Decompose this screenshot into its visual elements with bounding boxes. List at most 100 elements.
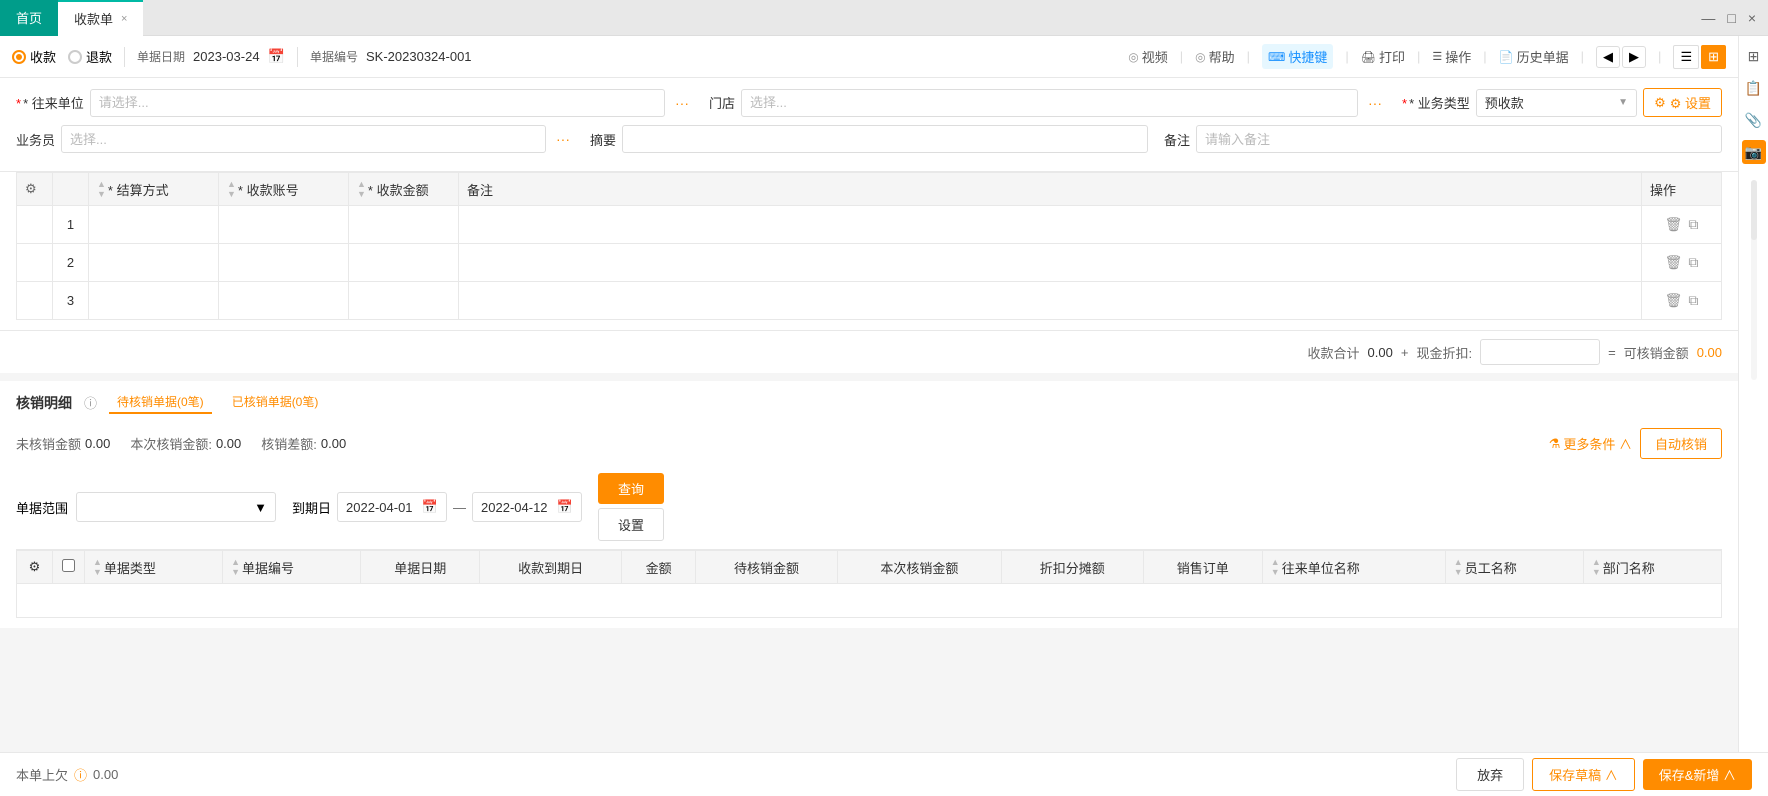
business-type-select[interactable]: 预收款 ▼ bbox=[1476, 89, 1637, 117]
tool-print-label: 打印 bbox=[1379, 47, 1405, 66]
auto-verify-btn[interactable]: 自动核销 bbox=[1640, 428, 1722, 459]
tab-receipt[interactable]: 收款单 × bbox=[58, 0, 143, 36]
list-view-btn[interactable]: ☰ bbox=[1673, 45, 1699, 69]
tool-shortcut[interactable]: ⌨ 快捷键 bbox=[1262, 44, 1333, 69]
select-all-checkbox[interactable] bbox=[62, 559, 75, 572]
tool-video[interactable]: ◎ 视频 bbox=[1128, 47, 1168, 66]
total-value: 0.00 bbox=[1368, 345, 1393, 360]
sidebar-table-icon[interactable]: ⊞ bbox=[1742, 44, 1766, 68]
tab-bar-right: — □ × bbox=[1697, 8, 1768, 28]
tool-operation[interactable]: ☰ 操作 bbox=[1432, 47, 1471, 66]
verify-header: 核销明细 ⓘ 待核销单据(0笔) 已核销单据(0笔) bbox=[16, 391, 1722, 414]
sidebar-camera-icon[interactable]: 📷 bbox=[1742, 140, 1766, 164]
row-2-account[interactable] bbox=[219, 244, 349, 282]
row-1-copy-icon[interactable]: ⧉ bbox=[1688, 216, 1698, 233]
discount-col-label: 折扣分摊额 bbox=[1040, 561, 1105, 576]
verify-col-employee: ▲▼ 员工名称 bbox=[1445, 551, 1583, 584]
tab-close-icon[interactable]: × bbox=[121, 13, 127, 25]
date-label: 到期日 bbox=[292, 498, 331, 517]
radio-receipt[interactable]: 收款 bbox=[12, 47, 56, 66]
sidebar-doc-icon[interactable]: 📋 bbox=[1742, 76, 1766, 100]
grid-view-btn[interactable]: ⊞ bbox=[1701, 45, 1726, 69]
store-more-btn[interactable]: ··· bbox=[1364, 95, 1386, 111]
window-close-btn[interactable]: × bbox=[1744, 8, 1760, 28]
filter-icon: ⚗ bbox=[1549, 436, 1561, 452]
main-content: 收款 退款 单据日期 2023-03-24 📅 单据编号 SK-20230324… bbox=[0, 36, 1738, 752]
verify-settings-btn[interactable]: 设置 bbox=[598, 508, 664, 541]
row-1-delete-icon[interactable]: 🗑 bbox=[1665, 216, 1683, 233]
radio-refund[interactable]: 退款 bbox=[68, 47, 112, 66]
store-input[interactable] bbox=[741, 89, 1358, 117]
date-end-input[interactable]: 2022-04-12 📅 bbox=[472, 492, 582, 522]
col-remark-header: 备注 bbox=[459, 173, 1642, 206]
nav-next-btn[interactable]: ▶ bbox=[1622, 46, 1646, 68]
abandon-btn[interactable]: 放弃 bbox=[1456, 758, 1524, 791]
tab-done[interactable]: 已核销单据(0笔) bbox=[224, 391, 327, 414]
row-1-remark[interactable] bbox=[459, 206, 1642, 244]
range-select[interactable]: ▼ bbox=[76, 492, 276, 522]
row-2-remark[interactable] bbox=[459, 244, 1642, 282]
counterpart-input[interactable] bbox=[90, 89, 665, 117]
discount-input[interactable] bbox=[1480, 339, 1600, 365]
business-type-label: * 业务类型 bbox=[1402, 93, 1470, 112]
verify-search: 单据范围 ▼ 到期日 2022-04-01 📅 — 2022-04-12 📅 bbox=[16, 465, 1722, 550]
tool-help-label: 帮助 bbox=[1209, 47, 1235, 66]
save-new-btn[interactable]: 保存&新增 ∧ bbox=[1643, 759, 1752, 790]
circle-icon: ◎ bbox=[1128, 50, 1138, 64]
row-3-copy-icon[interactable]: ⧉ bbox=[1688, 292, 1698, 309]
row-1-amount[interactable] bbox=[349, 206, 459, 244]
remark-input[interactable] bbox=[1196, 125, 1722, 153]
row-2-method[interactable] bbox=[89, 244, 219, 282]
number-label: 单据编号 bbox=[310, 48, 358, 65]
save-draft-btn[interactable]: 保存草稿 ∧ bbox=[1532, 758, 1635, 791]
row-2-amount[interactable] bbox=[349, 244, 459, 282]
settings-btn[interactable]: ⚙ ⚙ 设置 bbox=[1643, 88, 1722, 117]
date-start-input[interactable]: 2022-04-01 📅 bbox=[337, 492, 447, 522]
row-3-delete-icon[interactable]: 🗑 bbox=[1665, 292, 1683, 309]
summary-label: 摘要 bbox=[590, 130, 616, 149]
row-2-copy-icon[interactable]: ⧉ bbox=[1688, 254, 1698, 271]
search-buttons: 查询 设置 bbox=[598, 473, 664, 541]
window-maximize-btn[interactable]: □ bbox=[1723, 8, 1739, 28]
tool-history[interactable]: 📄 历史单据 bbox=[1499, 47, 1569, 66]
verify-col-due-date: 收款到期日 bbox=[480, 551, 622, 584]
row-2-num: 2 bbox=[53, 244, 89, 282]
calendar-start-icon: 📅 bbox=[422, 499, 438, 515]
diff-label: 核销差额: bbox=[261, 434, 317, 453]
table-settings-icon[interactable]: ⚙ bbox=[25, 181, 37, 196]
bottom-info-icon[interactable]: ⓘ bbox=[74, 765, 87, 784]
tool-print[interactable]: 🖨 打印 bbox=[1361, 47, 1405, 66]
summary-input[interactable] bbox=[622, 125, 1148, 153]
row-1-settings-cell bbox=[17, 206, 53, 244]
row-3-account[interactable] bbox=[219, 282, 349, 320]
row-1-method[interactable] bbox=[89, 206, 219, 244]
verify-table-gear-icon[interactable]: ⚙ bbox=[29, 559, 41, 574]
bottom-value: 0.00 bbox=[93, 767, 118, 782]
row-1-account[interactable] bbox=[219, 206, 349, 244]
counterpart-more-btn[interactable]: ··· bbox=[671, 95, 693, 111]
salesman-input[interactable] bbox=[61, 125, 546, 153]
net-label: 可核销金额 bbox=[1624, 343, 1689, 362]
bottom-spacer bbox=[0, 628, 1738, 672]
menu-icon: ☰ bbox=[1432, 50, 1442, 63]
calendar-icon[interactable]: 📅 bbox=[268, 48, 285, 65]
tab-home[interactable]: 首页 bbox=[0, 0, 58, 36]
info-icon[interactable]: ⓘ bbox=[84, 393, 97, 412]
nav-prev-btn[interactable]: ◀ bbox=[1596, 46, 1620, 68]
window-minimize-btn[interactable]: — bbox=[1697, 8, 1719, 28]
row-3-method[interactable] bbox=[89, 282, 219, 320]
row-3-amount[interactable] bbox=[349, 282, 459, 320]
tab-pending[interactable]: 待核销单据(0笔) bbox=[109, 391, 212, 414]
table-row: 1 🗑 ⧉ bbox=[17, 206, 1722, 244]
filter-btn[interactable]: ⚗ 更多条件 ∧ bbox=[1549, 434, 1632, 453]
remark-header-label: 备注 bbox=[467, 183, 493, 198]
sidebar-attachment-icon[interactable]: 📎 bbox=[1742, 108, 1766, 132]
scrollbar[interactable] bbox=[1751, 180, 1757, 240]
query-btn[interactable]: 查询 bbox=[598, 473, 664, 504]
toolbar: 收款 退款 单据日期 2023-03-24 📅 单据编号 SK-20230324… bbox=[0, 36, 1738, 78]
row-2-delete-icon[interactable]: 🗑 bbox=[1665, 254, 1683, 271]
salesman-more-btn[interactable]: ··· bbox=[552, 131, 574, 147]
tool-help[interactable]: ◎ 帮助 bbox=[1195, 47, 1235, 66]
remark-label: 备注 bbox=[1164, 130, 1190, 149]
row-3-remark[interactable] bbox=[459, 282, 1642, 320]
